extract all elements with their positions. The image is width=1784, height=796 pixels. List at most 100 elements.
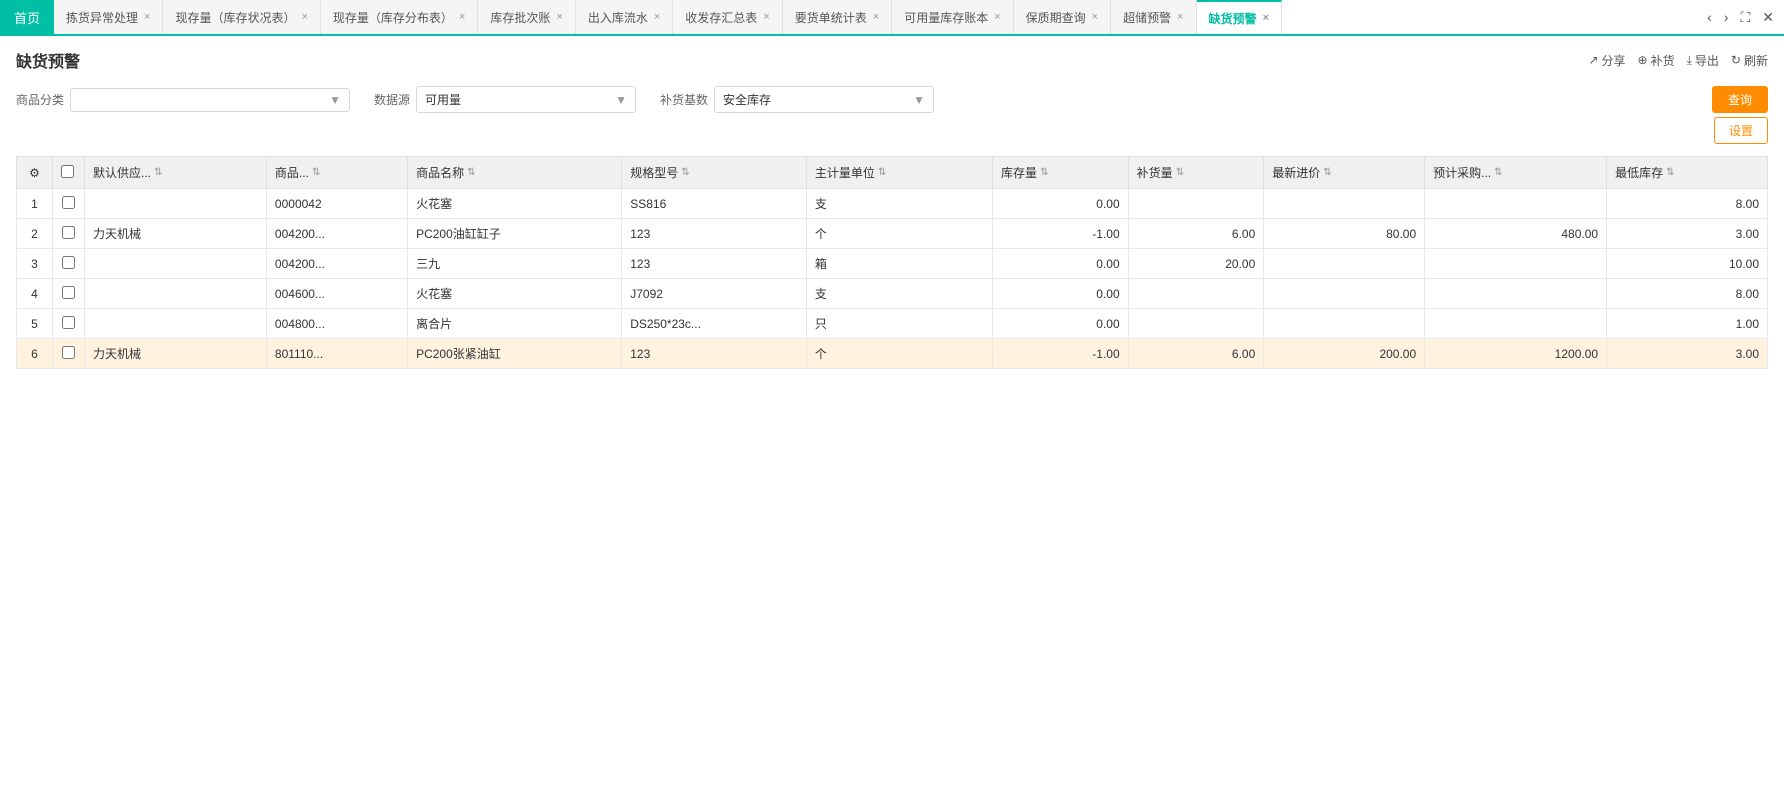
settings-button[interactable]: 设置 (1714, 117, 1768, 144)
category-select[interactable]: ▼ (70, 88, 350, 112)
th-unit[interactable]: 主计量单位 ⇅ (806, 157, 992, 189)
tab-collect-send[interactable]: 收发存汇总表 × (673, 0, 782, 34)
row-checkbox[interactable] (62, 346, 75, 359)
row-latest-price: 80.00 (1264, 219, 1425, 249)
tab-home[interactable]: 首页 (0, 0, 54, 34)
th-product-name[interactable]: 商品名称 ⇅ (408, 157, 622, 189)
query-button[interactable]: 查询 (1712, 86, 1768, 113)
th-replenish-qty[interactable]: 补货量 ⇅ (1128, 157, 1264, 189)
row-spec: 123 (622, 339, 807, 369)
tab-maximize-icon[interactable]: ⛶ (1734, 7, 1756, 28)
tab-overstock[interactable]: 超储预警 × (1111, 0, 1196, 34)
th-checkbox[interactable] (53, 157, 85, 189)
close-icon[interactable]: × (654, 11, 660, 23)
replenish-select[interactable]: 安全库存 ▼ (714, 86, 934, 113)
th-unit-label: 主计量单位 (815, 164, 875, 181)
tab-inout-flow[interactable]: 出入库流水 × (576, 0, 673, 34)
row-stock: 0.00 (993, 249, 1129, 279)
table-header-row: ⚙ 默认供应... ⇅ 商品... ⇅ (17, 157, 1768, 189)
tab-expiry-query[interactable]: 保质期查询 × (1014, 0, 1111, 34)
close-icon[interactable]: × (763, 11, 769, 23)
th-min-stock[interactable]: 最低库存 ⇅ (1607, 157, 1768, 189)
tab-next-icon[interactable]: › (1718, 7, 1735, 27)
th-est-purchase[interactable]: 预计采购... ⇅ (1425, 157, 1607, 189)
close-icon[interactable]: × (144, 11, 150, 23)
replenish-action[interactable]: ⊕ 补货 (1638, 52, 1675, 69)
th-supplier[interactable]: 默认供应... ⇅ (85, 157, 267, 189)
row-checkbox-cell[interactable] (53, 219, 85, 249)
row-latest-price (1264, 189, 1425, 219)
sort-icon: ⇅ (154, 167, 162, 178)
th-gear[interactable]: ⚙ (17, 157, 53, 189)
select-all-checkbox[interactable] (61, 165, 74, 178)
row-product-code: 004200... (266, 219, 407, 249)
row-no: 5 (17, 309, 53, 339)
close-icon[interactable]: × (1177, 11, 1183, 23)
sort-icon: ⇅ (1176, 167, 1184, 178)
tab-batch-account-label: 库存批次账 (490, 9, 550, 26)
row-checkbox-cell[interactable] (53, 279, 85, 309)
tab-inventory-status-label: 现存量（库存状况表） (175, 9, 295, 26)
tab-overstock-label: 超储预警 (1123, 9, 1171, 26)
tab-shortage[interactable]: 缺货预警 × (1197, 0, 1282, 34)
tab-demand-stat[interactable]: 要货单统计表 × (783, 0, 892, 34)
row-no: 2 (17, 219, 53, 249)
export-action[interactable]: ⤓ 导出 (1687, 52, 1719, 69)
row-no: 4 (17, 279, 53, 309)
refresh-action[interactable]: ↻ 刷新 (1731, 52, 1768, 69)
th-product-code[interactable]: 商品... ⇅ (266, 157, 407, 189)
close-icon[interactable]: × (1092, 11, 1098, 23)
row-est-purchase: 1200.00 (1425, 339, 1607, 369)
th-stock[interactable]: 库存量 ⇅ (993, 157, 1129, 189)
datasource-select[interactable]: 可用量 ▼ (416, 86, 636, 113)
row-checkbox[interactable] (62, 226, 75, 239)
tab-inventory-status[interactable]: 现存量（库存状况表） × (163, 0, 320, 34)
row-supplier (85, 249, 267, 279)
close-icon[interactable]: × (301, 11, 307, 23)
row-no: 6 (17, 339, 53, 369)
tab-available-ledger-label: 可用量库存账本 (904, 9, 988, 26)
th-latest-price[interactable]: 最新进价 ⇅ (1264, 157, 1425, 189)
row-checkbox[interactable] (62, 316, 75, 329)
row-checkbox-cell[interactable] (53, 189, 85, 219)
share-action[interactable]: ↗ 分享 (1588, 52, 1625, 69)
row-supplier (85, 279, 267, 309)
tab-demand-stat-label: 要货单统计表 (795, 9, 867, 26)
row-stock: 0.00 (993, 189, 1129, 219)
th-spec[interactable]: 规格型号 ⇅ (622, 157, 807, 189)
tab-prev-icon[interactable]: ‹ (1701, 7, 1718, 27)
row-product-code: 0000042 (266, 189, 407, 219)
close-icon[interactable]: × (459, 11, 465, 23)
sort-icon: ⇅ (467, 167, 475, 178)
close-icon[interactable]: × (873, 11, 879, 23)
row-checkbox[interactable] (62, 286, 75, 299)
row-est-purchase (1425, 249, 1607, 279)
tab-close-all-icon[interactable]: ✕ (1756, 7, 1780, 28)
tab-exception[interactable]: 拣货异常处理 × (54, 0, 163, 34)
th-product-name-label: 商品名称 (416, 164, 464, 181)
tab-batch-account[interactable]: 库存批次账 × (478, 0, 575, 34)
row-replenish-qty: 6.00 (1128, 219, 1264, 249)
tab-inventory-dist[interactable]: 现存量（库存分布表） × (321, 0, 478, 34)
th-min-stock-label: 最低库存 (1615, 164, 1663, 181)
row-replenish-qty (1128, 309, 1264, 339)
replenish-label: 补货 (1651, 52, 1675, 69)
row-checkbox-cell[interactable] (53, 249, 85, 279)
sort-icon: ⇅ (878, 167, 886, 178)
row-unit: 个 (806, 339, 992, 369)
row-spec: J7092 (622, 279, 807, 309)
row-checkbox[interactable] (62, 196, 75, 209)
row-replenish-qty (1128, 279, 1264, 309)
page-title: 缺货预警 (16, 48, 80, 72)
row-checkbox-cell[interactable] (53, 309, 85, 339)
close-icon[interactable]: × (994, 11, 1000, 23)
sort-icon: ⇅ (1040, 167, 1048, 178)
close-icon[interactable]: × (556, 11, 562, 23)
row-checkbox[interactable] (62, 256, 75, 269)
row-product-code: 004600... (266, 279, 407, 309)
close-icon[interactable]: × (1263, 12, 1269, 24)
row-checkbox-cell[interactable] (53, 339, 85, 369)
tab-inout-flow-label: 出入库流水 (588, 9, 648, 26)
tab-available-ledger[interactable]: 可用量库存账本 × (892, 0, 1013, 34)
tab-expiry-query-label: 保质期查询 (1026, 9, 1086, 26)
